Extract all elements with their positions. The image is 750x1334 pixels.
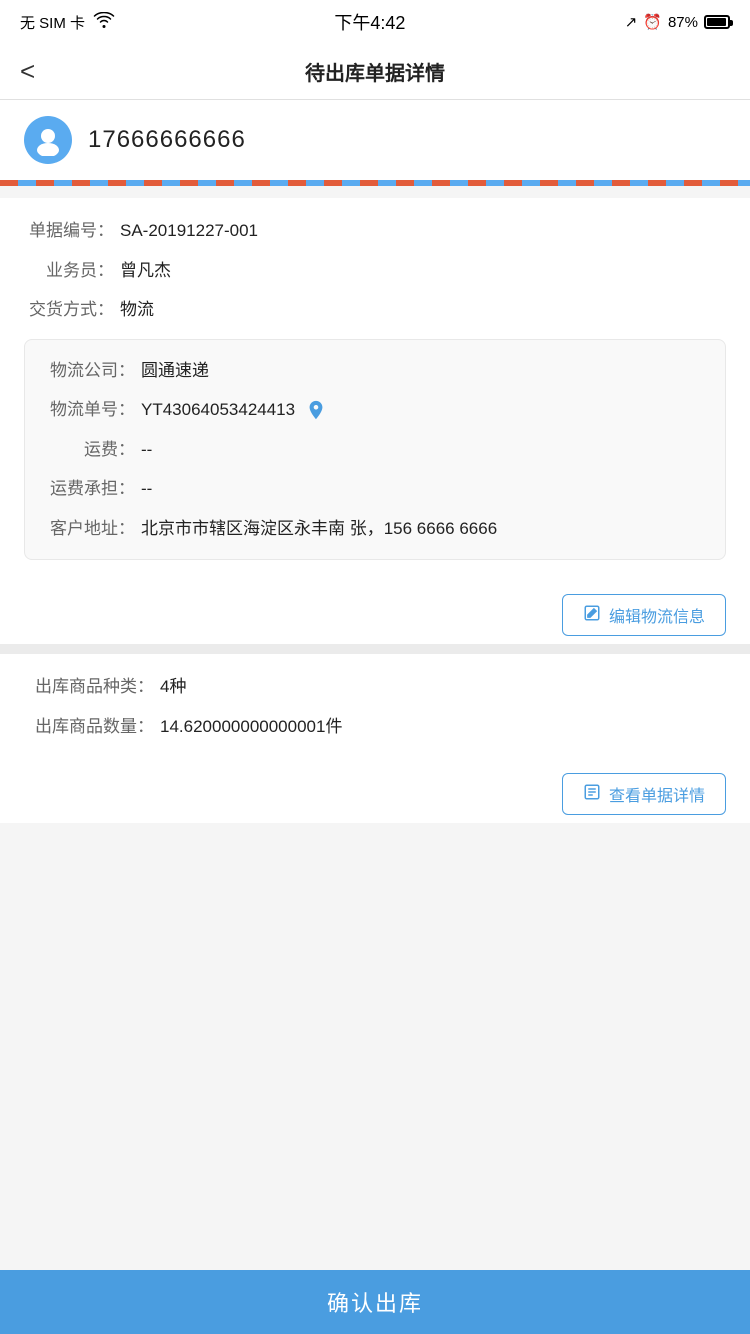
- location-pin-icon[interactable]: [305, 399, 327, 421]
- goods-type-value: 4种: [160, 674, 726, 700]
- dashed-divider: [0, 180, 750, 186]
- alarm-icon: ⏰: [643, 13, 662, 31]
- edit-logistics-label: 编辑物流信息: [609, 603, 705, 627]
- delivery-method-value: 物流: [120, 297, 726, 323]
- address-value: 北京市市辖区海淀区永丰南 张，156 6666 6666: [141, 516, 705, 542]
- status-right: ↗ ⏰ 87%: [625, 13, 730, 31]
- detail-icon: [583, 783, 601, 806]
- detail-btn-row: 查看单据详情: [0, 759, 750, 823]
- logistics-tracking-label: 物流单号：: [45, 397, 135, 423]
- goods-quantity-value: 14.620000000000001件: [160, 714, 726, 740]
- sales-person-row: 业务员： 曾凡杰: [24, 258, 726, 284]
- battery-percent: 87%: [668, 14, 698, 31]
- delivery-method-row: 交货方式： 物流: [24, 297, 726, 323]
- freight-label: 运费：: [45, 437, 135, 463]
- status-time: 下午4:42: [334, 9, 405, 35]
- freight-bear-label: 运费承担：: [45, 476, 135, 502]
- carrier-text: 无 SIM 卡: [20, 12, 85, 33]
- goods-type-label: 出库商品种类：: [24, 674, 154, 700]
- edit-logistics-button[interactable]: 编辑物流信息: [562, 594, 726, 636]
- order-no-label: 单据编号：: [24, 218, 114, 244]
- avatar: [24, 116, 72, 164]
- logistics-card: 物流公司： 圆通速递 物流单号： YT43064053424413 运费： --…: [24, 339, 726, 561]
- logistics-company-label: 物流公司：: [45, 358, 135, 384]
- view-detail-label: 查看单据详情: [609, 782, 705, 806]
- delivery-method-label: 交货方式：: [24, 297, 114, 323]
- order-no-value: SA-20191227-001: [120, 218, 726, 244]
- edit-btn-row: 编辑物流信息: [0, 580, 750, 644]
- freight-value: --: [141, 437, 705, 463]
- status-carrier: 无 SIM 卡: [20, 12, 115, 33]
- freight-row: 运费： --: [45, 437, 705, 463]
- section-divider: [0, 644, 750, 654]
- status-bar: 无 SIM 卡 下午4:42 ↗ ⏰ 87%: [0, 0, 750, 44]
- order-no-row: 单据编号： SA-20191227-001: [24, 218, 726, 244]
- bottom-spacer: [0, 823, 750, 1023]
- logistics-company-row: 物流公司： 圆通速递: [45, 358, 705, 384]
- basic-info-section: 单据编号： SA-20191227-001 业务员： 曾凡杰 交货方式： 物流 …: [0, 198, 750, 580]
- address-row: 客户地址： 北京市市辖区海淀区永丰南 张，156 6666 6666: [45, 516, 705, 542]
- confirm-bar[interactable]: 确认出库: [0, 1270, 750, 1334]
- view-detail-button[interactable]: 查看单据详情: [562, 773, 726, 815]
- location-arrow-icon: ↗: [625, 13, 638, 31]
- logistics-tracking-value: YT43064053424413: [141, 397, 705, 423]
- sales-person-value: 曾凡杰: [120, 258, 726, 284]
- nav-bar: < 待出库单据详情: [0, 44, 750, 100]
- freight-bear-row: 运费承担： --: [45, 476, 705, 502]
- back-button[interactable]: <: [20, 56, 35, 87]
- battery-icon: [704, 15, 730, 29]
- freight-bear-value: --: [141, 476, 705, 502]
- address-label: 客户地址：: [45, 516, 135, 542]
- wifi-icon: [93, 12, 115, 32]
- logistics-company-value: 圆通速递: [141, 358, 705, 384]
- goods-type-row: 出库商品种类： 4种: [24, 674, 726, 700]
- user-header: 17666666666: [0, 100, 750, 180]
- goods-quantity-label: 出库商品数量：: [24, 714, 154, 740]
- sales-person-label: 业务员：: [24, 258, 114, 284]
- page-title: 待出库单据详情: [305, 57, 445, 86]
- user-phone: 17666666666: [88, 126, 246, 154]
- edit-icon: [583, 604, 601, 627]
- logistics-tracking-row: 物流单号： YT43064053424413: [45, 397, 705, 423]
- confirm-button-label: 确认出库: [327, 1286, 423, 1318]
- goods-quantity-row: 出库商品数量： 14.620000000000001件: [24, 714, 726, 740]
- goods-section: 出库商品种类： 4种 出库商品数量： 14.620000000000001件: [0, 654, 750, 759]
